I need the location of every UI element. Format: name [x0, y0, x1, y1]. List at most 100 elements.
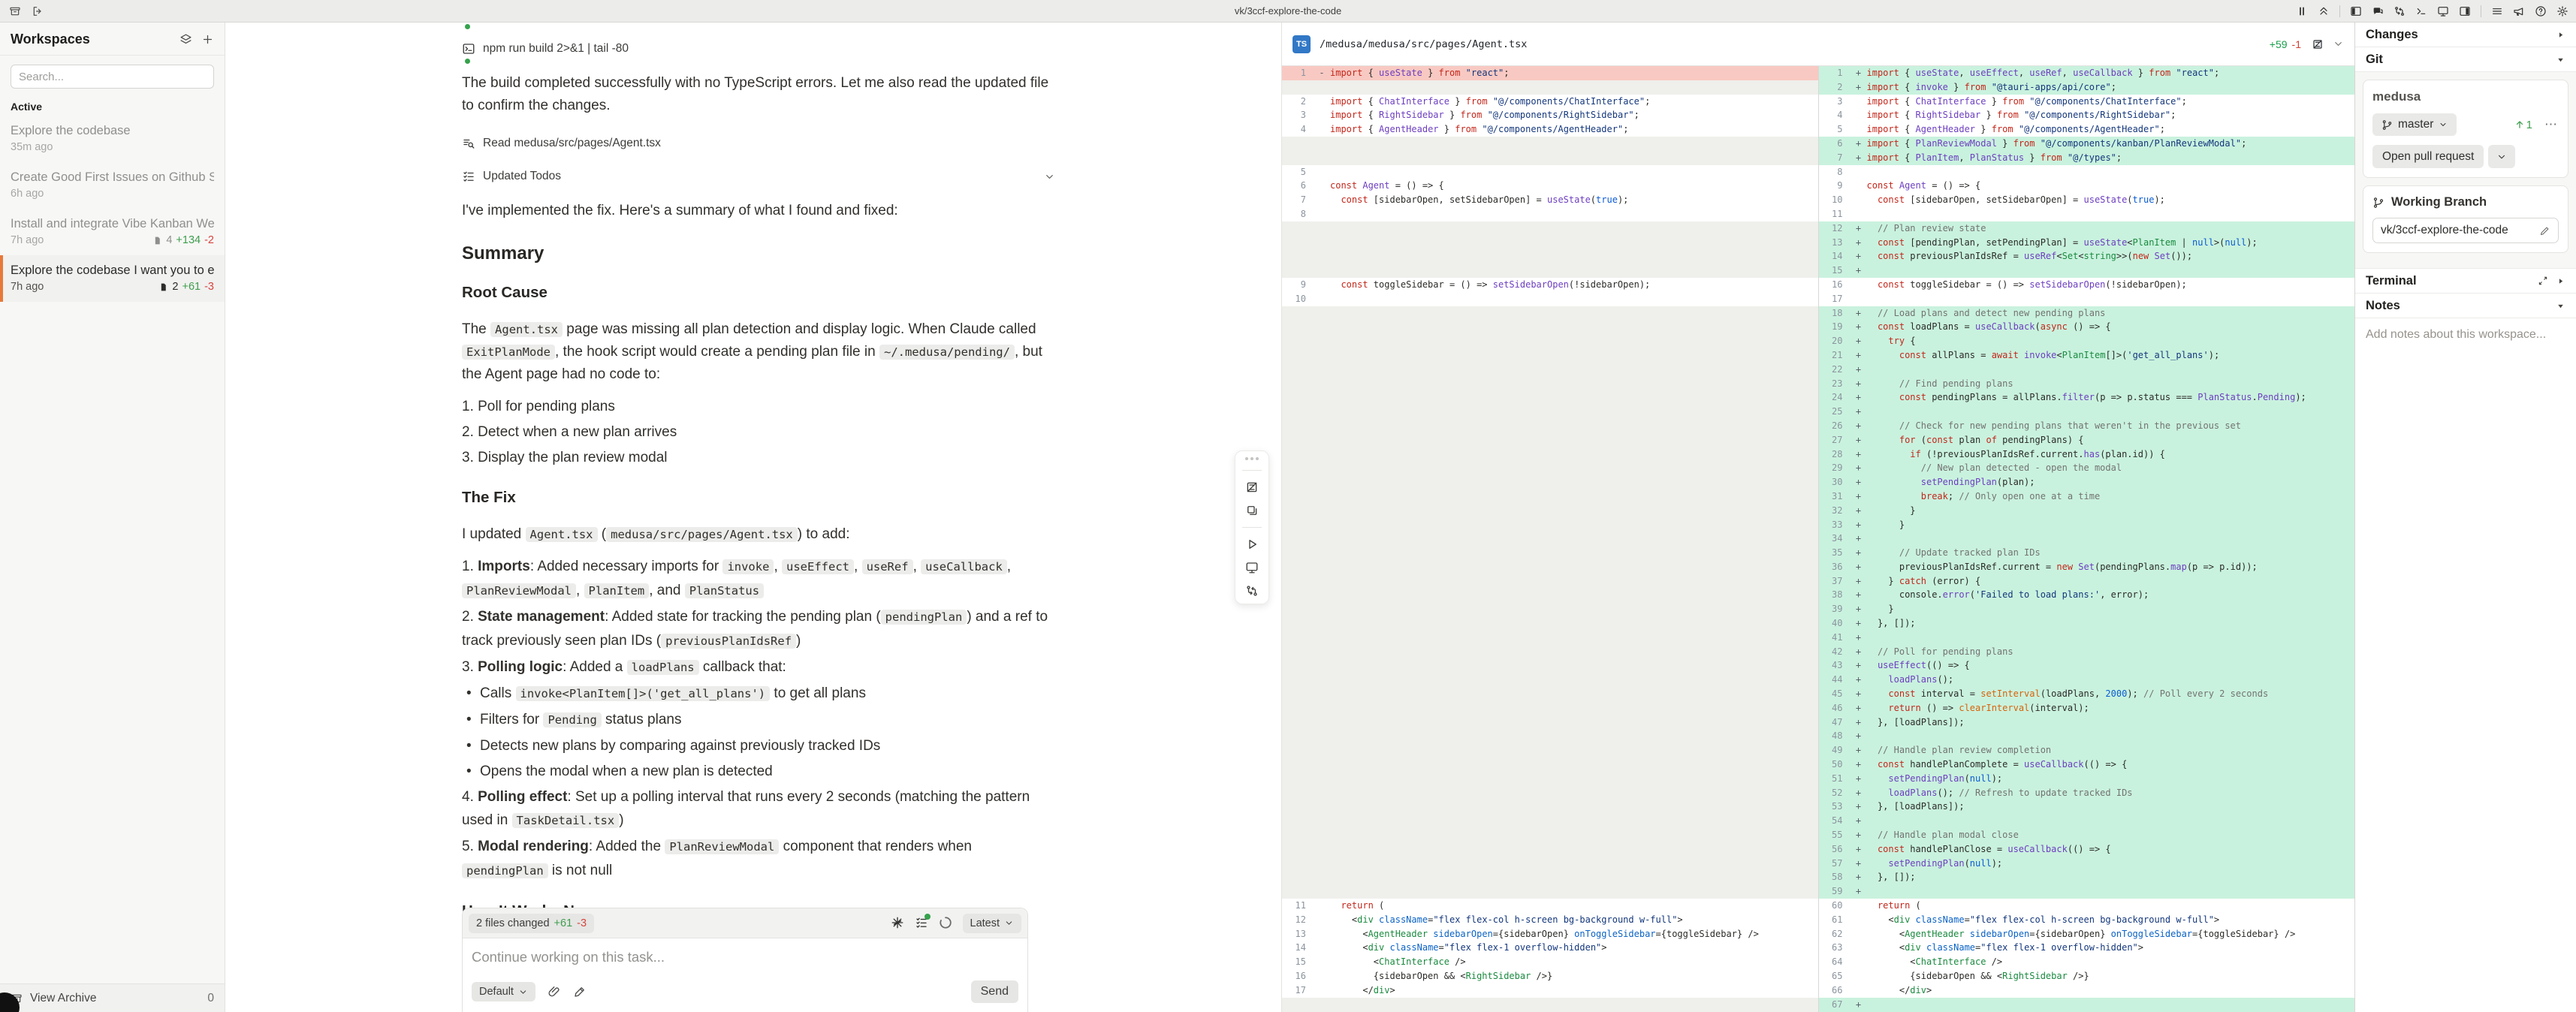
workspace-item[interactable]: Install and integrate Vibe Kanban Web (7… — [0, 209, 225, 255]
git-compare-icon[interactable] — [2394, 5, 2406, 17]
tool-call-row[interactable]: npm run build 2>&1 | tail -80 — [462, 42, 1055, 56]
workspaces-sidebar: Workspaces Search... Active Explore the … — [0, 23, 225, 1012]
diff-row-left: 7 const [sidebarOpen, setSidebarOpen] = … — [1282, 193, 1818, 207]
panel-right-icon[interactable] — [2459, 5, 2471, 17]
paragraph: The build completed successfully with no… — [462, 72, 1055, 117]
branch-selector[interactable]: master — [2372, 113, 2457, 136]
diff-row-left — [1282, 631, 1818, 645]
files-changed-chip[interactable]: 2 files changed +61 -3 — [469, 914, 594, 933]
pencil-icon[interactable] — [2539, 225, 2550, 236]
composer-header: 2 files changed +61 -3 Latest — [463, 908, 1027, 938]
branch-name: master — [2398, 118, 2433, 131]
diff-row-left — [1282, 320, 1818, 334]
panel-left-icon[interactable] — [2350, 5, 2362, 17]
diff-row-left — [1282, 772, 1818, 786]
open-pull-request-button[interactable]: Open pull request — [2372, 145, 2484, 168]
caret-down-icon — [2556, 55, 2565, 65]
diff-row-right: 38+ console.error('Failed to load plans:… — [1819, 588, 2355, 602]
terminal-icon[interactable] — [2415, 5, 2427, 17]
hide-diff-icon[interactable] — [1245, 480, 1259, 494]
spark-icon[interactable] — [891, 916, 904, 929]
diff-viewer: TS /medusa/medusa/src/pages/Agent.tsx +5… — [1281, 23, 2355, 1012]
paragraph: I've implemented the fix. Here's a summa… — [462, 200, 1055, 222]
diff-row-left: 12 <div className="flex flex-col h-scree… — [1282, 913, 1818, 927]
drag-handle[interactable] — [1245, 457, 1259, 460]
diff-row-right: 33+ } — [1819, 518, 2355, 532]
diff-row-right: 1+import { useState, useEffect, useRef, … — [1819, 66, 2355, 80]
pen-icon[interactable] — [573, 985, 587, 998]
monitor-icon[interactable] — [1245, 561, 1259, 574]
diff-left-column: 1-import { useState } from "react"; 2impo… — [1282, 66, 1818, 1012]
latest-dropdown[interactable]: Latest — [963, 914, 1022, 933]
tool-call-row[interactable]: Read medusa/src/pages/Agent.tsx — [462, 137, 1055, 150]
diff-row-left: 16 {sidebarOpen && <RightSidebar />} — [1282, 969, 1818, 983]
diff-row-left — [1282, 475, 1818, 489]
gear-icon[interactable] — [2556, 5, 2568, 17]
workspace-item[interactable]: Explore the codebase35m ago — [0, 116, 225, 162]
commits-ahead: 1 — [2514, 119, 2532, 131]
working-branch-card: Working Branch vk/3ccf-explore-the-code — [2363, 185, 2568, 253]
expand-icon[interactable] — [2538, 276, 2548, 286]
diff-row-right: 28+ if (!previousPlanIdsRef.current.has(… — [1819, 447, 2355, 462]
megaphone-icon[interactable] — [2513, 5, 2525, 17]
diff-row-left: 1-import { useState } from "react"; — [1282, 66, 1818, 80]
git-section-header[interactable]: Git — [2355, 47, 2576, 72]
chevron-down-icon[interactable] — [1044, 171, 1055, 182]
diff-row-left — [1282, 800, 1818, 814]
paperclip-icon[interactable] — [547, 985, 561, 998]
diff-row-right: 3import { ChatInterface } from "@/compon… — [1819, 95, 2355, 109]
chevrons-up-icon[interactable] — [2318, 5, 2330, 17]
window-title: vk/3ccf-explore-the-code — [0, 5, 2576, 17]
diff-row-left — [1282, 137, 1818, 151]
chat-bubble-icon[interactable] — [2372, 5, 2384, 17]
diff-row-left: 2import { ChatInterface } from "@/compon… — [1282, 95, 1818, 109]
notes-section-header[interactable]: Notes — [2355, 294, 2576, 318]
play-icon[interactable] — [1245, 538, 1259, 551]
changes-section-header[interactable]: Changes — [2355, 23, 2576, 47]
search-input[interactable]: Search... — [11, 65, 214, 89]
diff-row-left — [1282, 80, 1818, 95]
diff-right-column: 1+import { useState, useEffect, useRef, … — [1818, 66, 2355, 1012]
diff-row-right: 26+ // Check for new pending plans that … — [1819, 419, 2355, 433]
plus-icon[interactable] — [201, 33, 214, 46]
changes-label: Changes — [2366, 28, 2556, 42]
copy-icon[interactable] — [1245, 504, 1259, 517]
layers-icon[interactable] — [179, 33, 192, 46]
diff-row-right: 61 <div className="flex flex-col h-scree… — [1819, 913, 2355, 927]
diff-row-right: 27+ for (const plan of pendingPlans) { — [1819, 433, 2355, 447]
terminal-section-header[interactable]: Terminal — [2355, 269, 2576, 294]
diff-row-left — [1282, 221, 1818, 236]
diff-row-right: 11 — [1819, 207, 2355, 221]
heading: Root Cause — [462, 284, 1055, 302]
workspace-item[interactable]: Create Good First Issues on Github So p6… — [0, 162, 225, 209]
diff-row-right: 64 <ChatInterface /> — [1819, 955, 2355, 969]
paragraph: The Agent.tsx page was missing all plan … — [462, 318, 1055, 386]
view-archive-label: View Archive — [30, 992, 207, 1005]
help-icon[interactable] — [2535, 5, 2547, 17]
split-view-icon[interactable] — [2312, 38, 2324, 50]
diff-row-right: 67+ — [1819, 998, 2355, 1012]
tool-call-row[interactable]: Updated Todos — [462, 170, 1055, 183]
diff-row-left — [1282, 870, 1818, 884]
diff-row-left — [1282, 658, 1818, 673]
diff-row-left — [1282, 461, 1818, 475]
pause-icon[interactable] — [2296, 5, 2308, 17]
chevron-down-icon[interactable] — [2333, 38, 2344, 50]
pr-options-button[interactable] — [2488, 145, 2515, 168]
notes-input[interactable]: Add notes about this workspace... — [2355, 318, 2576, 351]
git-compare-icon[interactable] — [1245, 584, 1259, 598]
message-input[interactable]: Continue working on this task... — [472, 949, 1018, 965]
menu-icon[interactable] — [2491, 5, 2503, 17]
workspace-item[interactable]: Explore the codebase I want you to exp7h… — [0, 255, 225, 302]
app-window: vk/3ccf-explore-the-code Workspaces Sear… — [0, 0, 2576, 1012]
diff-row-right: 58+ }, []); — [1819, 870, 2355, 884]
more-options-icon[interactable]: ⋯ — [2544, 117, 2559, 132]
view-archive-button[interactable]: View Archive 0 — [0, 983, 225, 1012]
monitor-icon[interactable] — [2437, 5, 2449, 17]
diff-file-header[interactable]: TS /medusa/medusa/src/pages/Agent.tsx +5… — [1282, 23, 2354, 66]
mode-dropdown[interactable]: Default — [472, 982, 535, 1001]
diff-row-right: 22+ — [1819, 363, 2355, 377]
working-branch-input[interactable]: vk/3ccf-explore-the-code — [2372, 218, 2559, 243]
send-button[interactable]: Send — [971, 980, 1018, 1003]
diff-row-left — [1282, 828, 1818, 842]
